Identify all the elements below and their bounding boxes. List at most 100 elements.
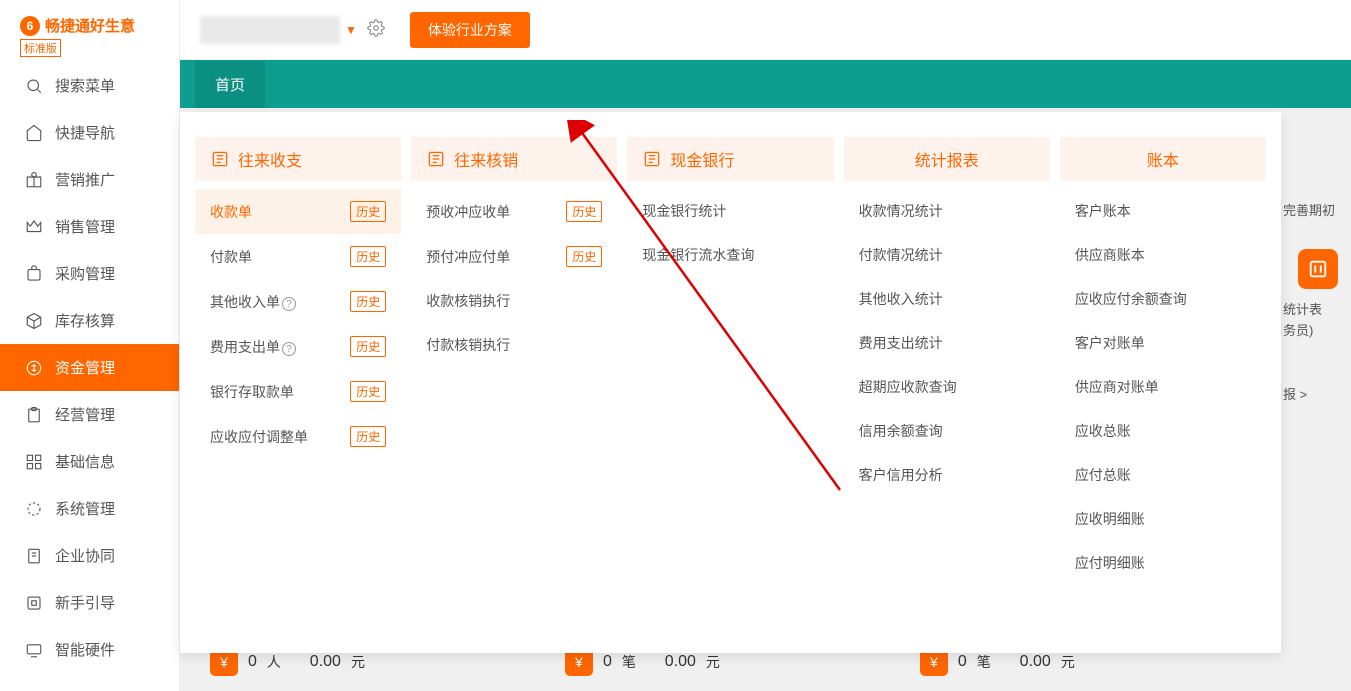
menu-item[interactable]: 费用支出统计 — [844, 321, 1050, 365]
stat-value: 0.00 — [665, 653, 696, 671]
menu-item[interactable]: 现金银行统计 — [627, 189, 833, 233]
sidebar-item-cart[interactable]: 采购管理 — [0, 250, 179, 297]
menu-item[interactable]: 供应商对账单 — [1060, 365, 1266, 409]
sidebar-item-search[interactable]: 搜索菜单 — [0, 62, 179, 109]
cta-button[interactable]: 体验行业方案 — [410, 12, 530, 48]
sidebar-item-clip[interactable]: 经营管理 — [0, 391, 179, 438]
stat-value: 0.00 — [1020, 653, 1051, 671]
peek-text-2: 统计表 — [1283, 299, 1351, 318]
sidebar-item-doc[interactable]: 企业协同 — [0, 532, 179, 579]
settings-icon — [25, 500, 43, 518]
menu-item[interactable]: 供应商账本 — [1060, 233, 1266, 277]
mega-menu: 往来收支收款单历史付款单历史其他收入单?历史费用支出单?历史银行存取款单历史应收… — [180, 112, 1281, 653]
history-tag[interactable]: 历史 — [566, 201, 602, 222]
menu-item[interactable]: 收款核销执行 — [411, 279, 617, 323]
history-tag[interactable]: 历史 — [350, 291, 386, 312]
sidebar-item-label: 经营管理 — [55, 404, 115, 425]
org-name-blurred — [200, 16, 340, 44]
history-tag[interactable]: 历史 — [350, 246, 386, 267]
menu-item[interactable]: 其他收入单? 历史 — [195, 279, 401, 324]
tab-home[interactable]: 首页 — [195, 61, 265, 108]
logo-text: 6 畅捷通好生意 — [20, 15, 159, 36]
column-header: 现金银行 — [627, 137, 833, 181]
stat-count: 0 — [603, 653, 612, 671]
right-peek: 完善期初 统计表 务员) 报 > — [1283, 140, 1351, 433]
sidebar: 6 畅捷通好生意 标准版 搜索菜单快捷导航营销推广销售管理采购管理库存核算资金管… — [0, 0, 180, 691]
menu-item[interactable]: 收款情况统计 — [844, 189, 1050, 233]
column-header: 统计报表 — [844, 137, 1050, 181]
tv-icon — [25, 641, 43, 659]
menu-item[interactable]: 超期应收款查询 — [844, 365, 1050, 409]
menu-item[interactable]: 其他收入统计 — [844, 277, 1050, 321]
menu-item-label: 收款核销执行 — [426, 291, 510, 311]
menu-item[interactable]: 应收总账 — [1060, 409, 1266, 453]
menu-item-label: 供应商对账单 — [1075, 377, 1159, 397]
sidebar-item-home[interactable]: 快捷导航 — [0, 109, 179, 156]
menu-item[interactable]: 现金银行流水查询 — [627, 233, 833, 277]
menu-item[interactable]: 客户账本 — [1060, 189, 1266, 233]
history-tag[interactable]: 历史 — [350, 381, 386, 402]
history-tag[interactable]: 历史 — [350, 336, 386, 357]
menu-item[interactable]: 费用支出单?历史 — [195, 324, 401, 369]
sidebar-item-guide[interactable]: 新手引导 — [0, 579, 179, 626]
column-header: 往来收支 — [195, 137, 401, 181]
edition-badge: 标准版 — [20, 39, 61, 57]
menu-item[interactable]: 应收应付调整单历史 — [195, 414, 401, 459]
menu-item[interactable]: 付款情况统计 — [844, 233, 1050, 277]
menu-item-label: 应收总账 — [1075, 421, 1131, 441]
sidebar-item-label: 系统管理 — [55, 498, 115, 519]
menu-item-label: 付款情况统计 — [859, 245, 943, 265]
sidebar-item-gift[interactable]: 营销推广 — [0, 156, 179, 203]
org-selector[interactable]: ▼ — [200, 16, 357, 44]
menu-item[interactable]: 应收明细账 — [1060, 497, 1266, 541]
peek-text-4[interactable]: 报 > — [1283, 384, 1351, 403]
menu-item-label: 付款核销执行 — [426, 335, 510, 355]
menu-column: 账本客户账本供应商账本应收应付余额查询客户对账单供应商对账单应收总账应付总账应收… — [1060, 137, 1266, 593]
help-icon[interactable]: ? — [282, 342, 296, 356]
chevron-down-icon: ▼ — [345, 23, 357, 37]
menu-item[interactable]: 应付明细账 — [1060, 541, 1266, 585]
box-icon — [25, 312, 43, 330]
menu-item[interactable]: 银行存取款单历史 — [195, 369, 401, 414]
menu-item-label: 现金银行统计 — [642, 201, 726, 221]
stat-value: 0.00 — [310, 653, 341, 671]
sidebar-item-money[interactable]: 资金管理 — [0, 344, 179, 391]
menu-item[interactable]: 付款核销执行 — [411, 323, 617, 367]
menu-item-label: 预收冲应收单 — [426, 202, 510, 222]
menu-item[interactable]: 应收应付余额查询 — [1060, 277, 1266, 321]
stat-unit: 人 — [267, 652, 281, 672]
sidebar-item-grid[interactable]: 基础信息 — [0, 438, 179, 485]
sidebar-item-crown[interactable]: 销售管理 — [0, 203, 179, 250]
history-tag[interactable]: 历史 — [350, 201, 386, 222]
menu-item[interactable]: 客户对账单 — [1060, 321, 1266, 365]
history-tag[interactable]: 历史 — [566, 246, 602, 267]
menu-item[interactable]: 预收冲应收单 历史 — [411, 189, 617, 234]
sidebar-item-tv[interactable]: 智能硬件 — [0, 626, 179, 673]
sidebar-item-label: 销售管理 — [55, 216, 115, 237]
menu-item[interactable]: 信用余额查询 — [844, 409, 1050, 453]
column-title: 现金银行 — [670, 147, 734, 171]
header: ▼ 体验行业方案 — [180, 0, 1351, 60]
stats-icon[interactable] — [1298, 249, 1338, 289]
menu-item[interactable]: 付款单历史 — [195, 234, 401, 279]
peek-text-1: 完善期初 — [1283, 200, 1351, 219]
menu-column: 现金银行现金银行统计现金银行流水查询 — [627, 137, 833, 593]
menu-item[interactable]: 收款单 历史 — [195, 189, 401, 234]
menu-item-label: 客户信用分析 — [859, 465, 943, 485]
stat-unit: 笔 — [977, 652, 991, 672]
history-tag[interactable]: 历史 — [350, 426, 386, 447]
menu-item[interactable]: 应付总账 — [1060, 453, 1266, 497]
sidebar-item-settings[interactable]: 系统管理 — [0, 485, 179, 532]
sidebar-item-box[interactable]: 库存核算 — [0, 297, 179, 344]
menu-item-label: 其他收入单? — [210, 292, 296, 312]
menu-item[interactable]: 预付冲应付单历史 — [411, 234, 617, 279]
peek-text-3: 务员) — [1283, 320, 1351, 339]
gear-icon[interactable] — [367, 19, 385, 40]
help-icon[interactable]: ? — [282, 297, 296, 311]
menu-item-label: 收款单 — [210, 202, 252, 222]
stat-count: 0 — [958, 653, 967, 671]
menu-item-label: 信用余额查询 — [859, 421, 943, 441]
tab-bar: 首页 — [180, 60, 1351, 108]
menu-item[interactable]: 客户信用分析 — [844, 453, 1050, 497]
menu-item-label: 应收明细账 — [1075, 509, 1145, 529]
